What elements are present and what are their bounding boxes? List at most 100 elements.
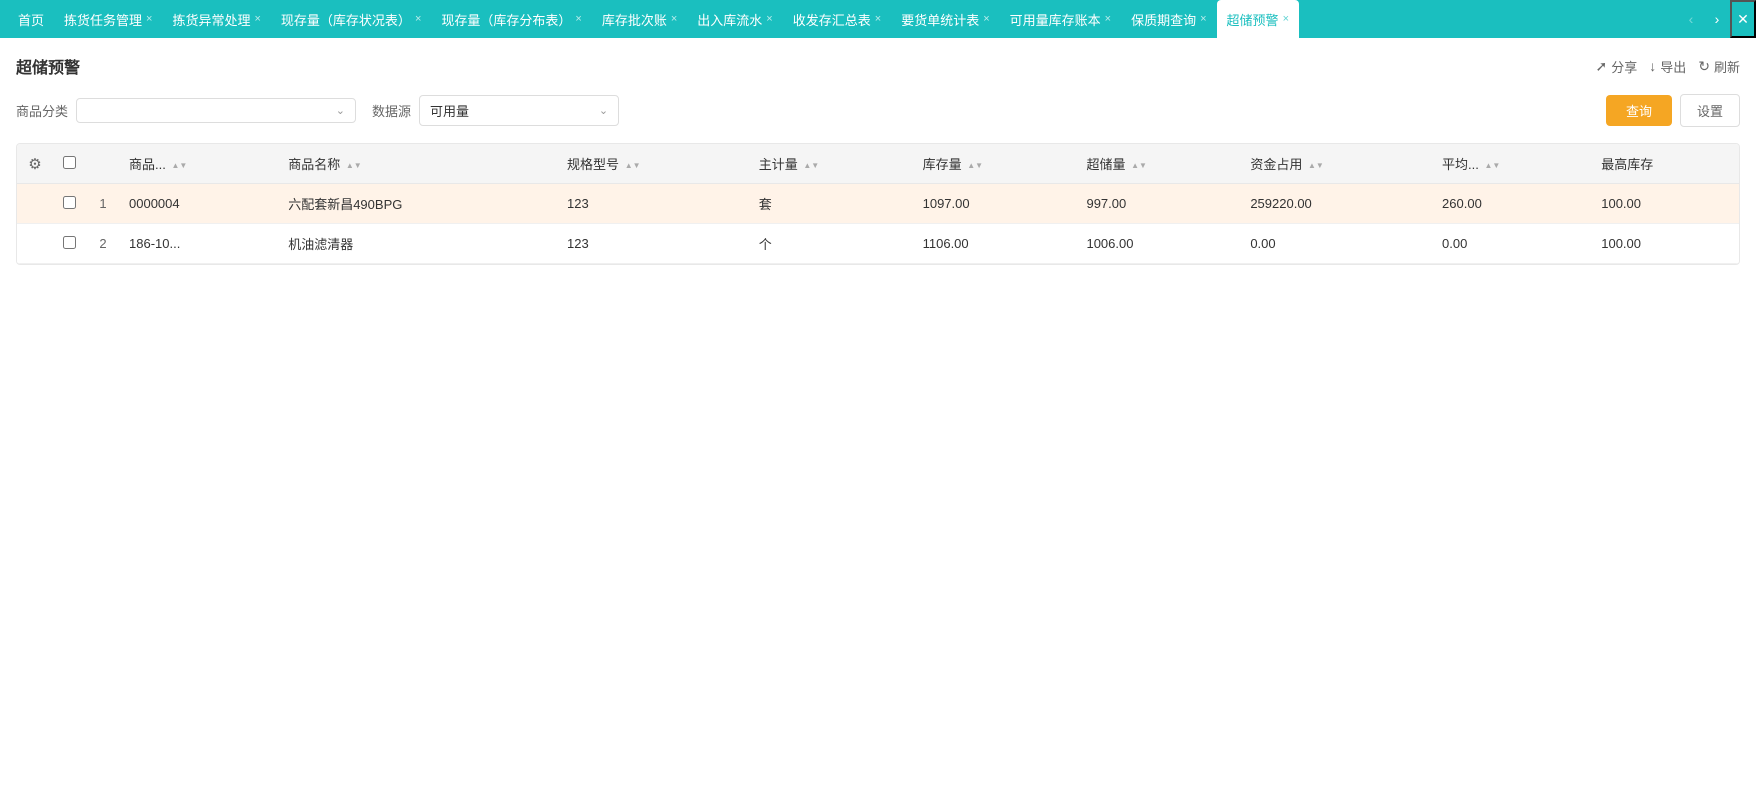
nav-next-button[interactable]: ›	[1704, 0, 1730, 38]
close-tab-icon-batch-ledger[interactable]: ×	[671, 13, 677, 25]
sort-icon-spec: ▲▼	[625, 162, 641, 170]
close-tab-icon-summary[interactable]: ×	[875, 13, 881, 25]
settings-button[interactable]: 设置	[1680, 94, 1740, 127]
close-tab-icon-stock-dist[interactable]: ×	[575, 13, 581, 25]
page-header: 超储预警 ➚ 分享 ↓ 导出 ↻ 刷新	[16, 54, 1740, 78]
topbar-item-abnormal[interactable]: 拣货异常处理×	[162, 0, 270, 38]
share-label: 分享	[1611, 57, 1637, 76]
table-header-row: ⚙ 商品... ▲▼ 商品名称 ▲▼ 规格型号	[17, 144, 1739, 184]
topbar: 首页拣货任务管理×拣货异常处理×现存量（库存状况表）×现存量（库存分布表）×库存…	[0, 0, 1756, 38]
th-gear[interactable]: ⚙	[17, 144, 53, 184]
row-checkbox-cell[interactable]	[53, 184, 85, 224]
filter-row: 商品分类 ⌄ 数据源 可用量 ⌄ 查询 设置	[16, 94, 1740, 127]
topbar-item-expiry-query[interactable]: 保质期查询×	[1121, 0, 1216, 38]
row-max-stock: 100.00	[1593, 224, 1739, 264]
row-product-name: 六配套新昌490BPG	[280, 184, 559, 224]
row-gear-cell	[17, 224, 53, 264]
th-capital[interactable]: 资金占用 ▲▼	[1242, 144, 1434, 184]
export-label: 导出	[1660, 57, 1686, 76]
settings-icon[interactable]: ⚙	[28, 156, 41, 173]
export-button[interactable]: ↓ 导出	[1649, 57, 1686, 76]
topbar-item-order-stat[interactable]: 要货单统计表×	[891, 0, 999, 38]
page-content: 超储预警 ➚ 分享 ↓ 导出 ↻ 刷新 商品分类 ⌄ 数据源	[0, 38, 1756, 800]
filter-group-datasource: 数据源 可用量 ⌄	[372, 95, 619, 126]
nav-close-button[interactable]: ✕	[1730, 0, 1756, 38]
data-table-container: ⚙ 商品... ▲▼ 商品名称 ▲▼ 规格型号	[16, 143, 1740, 265]
th-unit[interactable]: 主计量 ▲▼	[751, 144, 915, 184]
row-avg: 0.00	[1434, 224, 1593, 264]
row-unit: 个	[751, 224, 915, 264]
topbar-item-home[interactable]: 首页	[8, 0, 54, 38]
table-row: 1 0000004 六配套新昌490BPG 123 套 1097.00 997.…	[17, 184, 1739, 224]
sort-icon-code: ▲▼	[171, 162, 187, 170]
close-tab-icon-expiry-query[interactable]: ×	[1200, 13, 1206, 25]
topbar-item-summary[interactable]: 收发存汇总表×	[783, 0, 891, 38]
close-tab-icon-stock-status[interactable]: ×	[415, 13, 421, 25]
close-tab-icon-flow[interactable]: ×	[766, 13, 772, 25]
topbar-item-stock-status[interactable]: 现存量（库存状况表）×	[271, 0, 431, 38]
row-max-stock: 100.00	[1593, 184, 1739, 224]
refresh-button[interactable]: ↻ 刷新	[1698, 57, 1740, 76]
nav-arrows: ‹ › ✕	[1678, 0, 1756, 38]
sort-icon-overstock: ▲▼	[1131, 162, 1147, 170]
data-table: ⚙ 商品... ▲▼ 商品名称 ▲▼ 规格型号	[17, 144, 1739, 264]
th-product-code[interactable]: 商品... ▲▼	[121, 144, 280, 184]
query-button[interactable]: 查询	[1606, 95, 1672, 126]
sort-icon-name: ▲▼	[346, 162, 362, 170]
th-product-name[interactable]: 商品名称 ▲▼	[280, 144, 559, 184]
row-overstock: 1006.00	[1078, 224, 1242, 264]
row-checkbox[interactable]	[63, 236, 76, 249]
row-stock: 1097.00	[915, 184, 1079, 224]
topbar-item-flow[interactable]: 出入库流水×	[687, 0, 782, 38]
topbar-item-overstock-warning[interactable]: 超储预警×	[1217, 0, 1299, 38]
chevron-down-icon: ⌄	[336, 104, 345, 117]
th-stock[interactable]: 库存量 ▲▼	[915, 144, 1079, 184]
row-unit: 套	[751, 184, 915, 224]
table-row: 2 186-10... 机油滤清器 123 个 1106.00 1006.00 …	[17, 224, 1739, 264]
row-product-code: 186-10...	[121, 224, 280, 264]
topbar-item-stock-dist[interactable]: 现存量（库存分布表）×	[431, 0, 591, 38]
row-number: 2	[85, 224, 121, 264]
filter-actions: 查询 设置	[1606, 94, 1740, 127]
row-overstock: 997.00	[1078, 184, 1242, 224]
close-tab-icon-available-ledger[interactable]: ×	[1105, 13, 1111, 25]
refresh-label: 刷新	[1714, 57, 1740, 76]
row-checkbox[interactable]	[63, 196, 76, 209]
th-no	[85, 144, 121, 184]
share-button[interactable]: ➚ 分享	[1595, 57, 1637, 76]
close-tab-icon-abnormal[interactable]: ×	[254, 13, 260, 25]
th-max-stock: 最高库存	[1593, 144, 1739, 184]
page-title: 超储预警	[16, 54, 80, 78]
filter-group-category: 商品分类 ⌄	[16, 98, 356, 123]
category-select[interactable]: ⌄	[76, 98, 356, 123]
row-spec: 123	[559, 224, 751, 264]
row-checkbox-cell[interactable]	[53, 224, 85, 264]
sort-icon-avg: ▲▼	[1485, 162, 1501, 170]
topbar-item-available-ledger[interactable]: 可用量库存账本×	[1000, 0, 1121, 38]
nav-prev-button[interactable]: ‹	[1678, 0, 1704, 38]
row-number: 1	[85, 184, 121, 224]
export-icon: ↓	[1649, 58, 1656, 74]
th-checkbox	[53, 144, 85, 184]
topbar-item-batch-ledger[interactable]: 库存批次账×	[592, 0, 687, 38]
datasource-select[interactable]: 可用量 ⌄	[419, 95, 619, 126]
th-avg[interactable]: 平均... ▲▼	[1434, 144, 1593, 184]
sort-icon-stock: ▲▼	[967, 162, 983, 170]
sort-icon-capital: ▲▼	[1308, 162, 1324, 170]
datasource-label: 数据源	[372, 101, 411, 120]
row-gear-cell	[17, 184, 53, 224]
share-icon: ➚	[1595, 58, 1607, 75]
chevron-down-icon-2: ⌄	[599, 104, 608, 117]
select-all-checkbox[interactable]	[63, 156, 76, 169]
close-tab-icon-task-mgmt[interactable]: ×	[146, 13, 152, 25]
close-tab-icon-order-stat[interactable]: ×	[983, 13, 989, 25]
datasource-value: 可用量	[430, 101, 469, 120]
row-spec: 123	[559, 184, 751, 224]
th-overstock[interactable]: 超储量 ▲▼	[1078, 144, 1242, 184]
th-spec[interactable]: 规格型号 ▲▼	[559, 144, 751, 184]
topbar-item-task-mgmt[interactable]: 拣货任务管理×	[54, 0, 162, 38]
close-tab-icon-overstock-warning[interactable]: ×	[1283, 13, 1289, 25]
refresh-icon: ↻	[1698, 58, 1710, 75]
row-product-code: 0000004	[121, 184, 280, 224]
row-product-name: 机油滤清器	[280, 224, 559, 264]
